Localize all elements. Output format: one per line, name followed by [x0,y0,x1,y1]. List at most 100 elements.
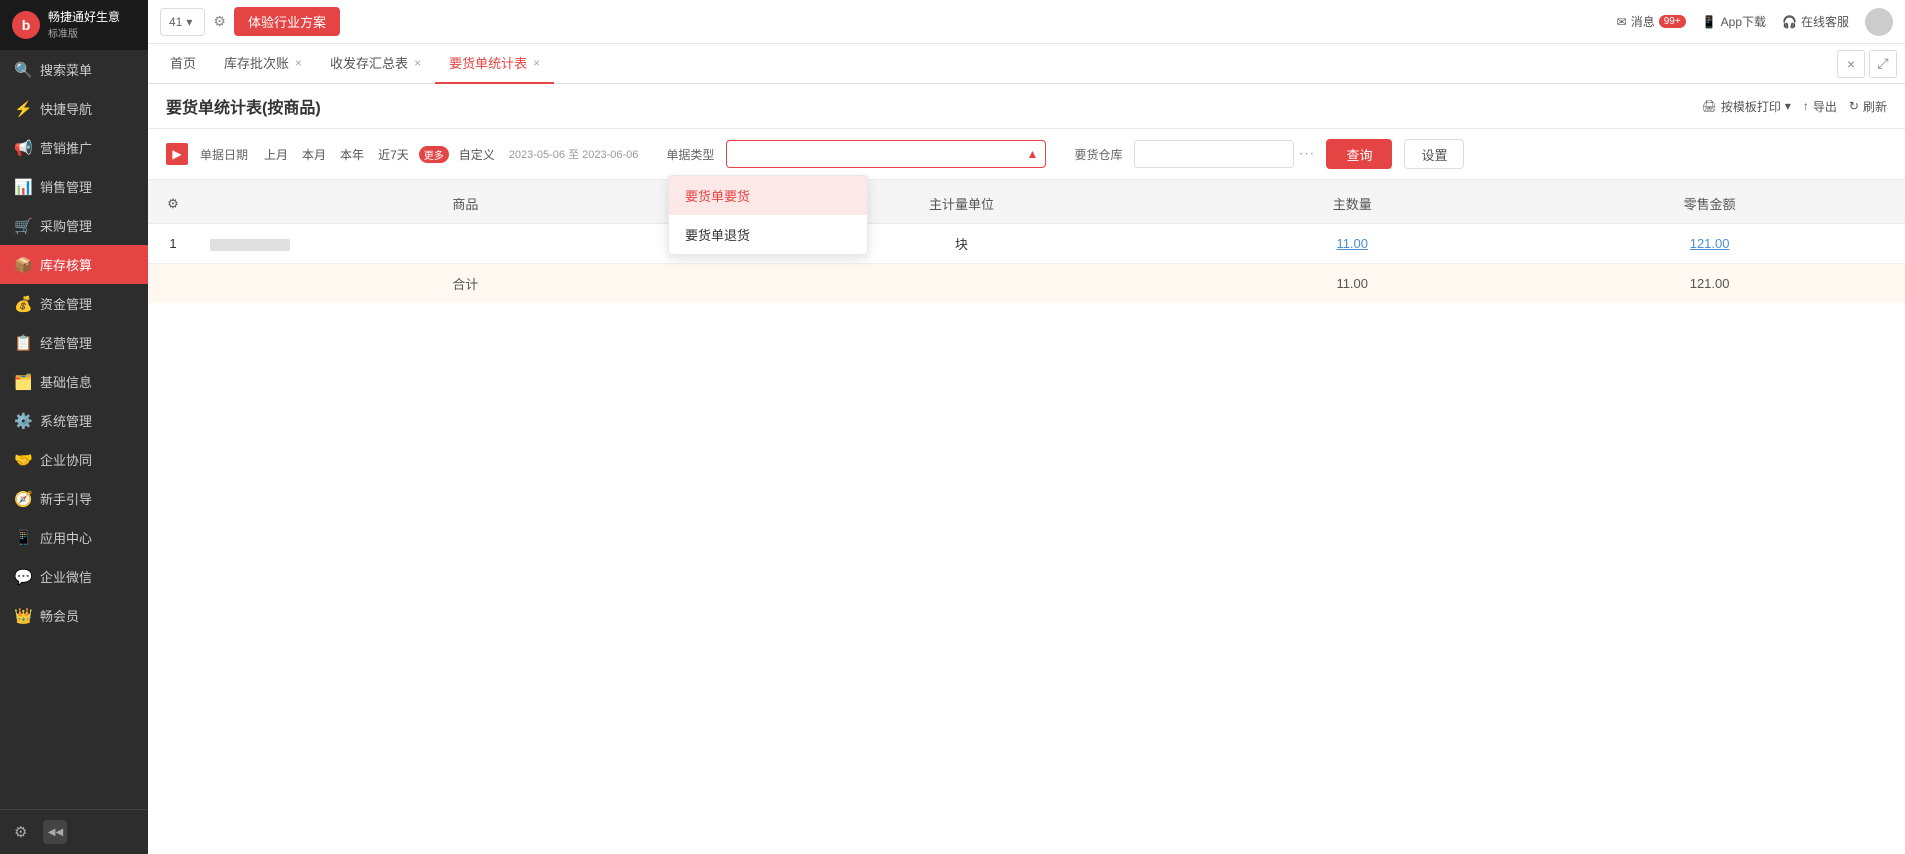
tab-inventory-batch[interactable]: 库存批次账 × [210,44,316,84]
print-btn[interactable]: 🖨 按模板打印 ▾ [1702,98,1791,115]
sidebar-item-app-center[interactable]: 📱 应用中心 [0,518,148,557]
tab-receivable-summary[interactable]: 收发存汇总表 × [316,44,435,84]
filter-settings-button[interactable]: 设置 [1404,139,1464,169]
sidebar-item-label: 新手引导 [40,489,92,508]
table-row: 1 块 11.00 121.00 [148,224,1905,264]
app-logo-icon: b [12,11,40,39]
table-footer-row: 合计 11.00 121.00 [148,264,1905,304]
print-icon: 🖨 [1702,99,1717,113]
more-date-badge[interactable]: 更多 [419,146,449,163]
query-button[interactable]: 查询 [1326,139,1392,169]
date-shortcuts: 上月 本月 本年 近7天 更多 自定义 2023-05-06 至 2023-06… [260,144,638,165]
tab-request-summary-close[interactable]: × [533,56,540,70]
this-month-btn[interactable]: 本月 [298,144,330,165]
online-service-btn[interactable]: 🎧 在线客服 [1782,13,1849,30]
page-title: 要货单统计表(按商品) [166,94,321,118]
sidebar: b 畅捷通好生意 标准版 🔍 搜索菜单 ⚡ 快捷导航 📢 营销推广 📊 销售管理… [0,0,148,854]
sidebar-item-basics[interactable]: 🗂️ 基础信息 [0,362,148,401]
sidebar-item-label: 畅会员 [40,606,79,625]
member-icon: 👑 [14,607,32,625]
topbar-right: ✉ 消息 99+ 📱 App下载 🎧 在线客服 [1617,8,1893,36]
sidebar-item-member[interactable]: 👑 畅会员 [0,596,148,635]
sidebar-item-wechat[interactable]: 💬 企业微信 [0,557,148,596]
sidebar-item-sales[interactable]: 📊 销售管理 [0,167,148,206]
footer-amount: 121.00 [1514,264,1905,304]
sidebar-item-quick-nav[interactable]: ⚡ 快捷导航 [0,89,148,128]
tab-home-label: 首页 [170,53,196,72]
app-download-btn[interactable]: 📱 App下载 [1702,13,1766,30]
quantity-link[interactable]: 11.00 [1336,236,1368,251]
type-dropdown-menu: 要货单要货 要货单退货 [668,175,868,255]
close-tab-btn[interactable]: × [1837,50,1865,78]
sidebar-item-cooperation[interactable]: 🤝 企业协同 [0,440,148,479]
refresh-btn[interactable]: ↻ 刷新 [1849,98,1887,115]
refresh-label: 刷新 [1863,98,1887,115]
topbar-gear-icon[interactable]: ⚙ [213,13,226,30]
store-dropdown[interactable]: 41 ▾ [160,8,205,36]
row-amount: 121.00 [1514,224,1905,264]
refresh-icon: ↻ [1849,99,1859,113]
export-icon: ↑ [1803,99,1809,113]
sidebar-item-system[interactable]: ⚙️ 系统管理 [0,401,148,440]
dropdown-option-return-goods[interactable]: 要货单退货 [669,215,867,254]
sidebar-item-label: 采购管理 [40,216,92,235]
export-label: 导出 [1813,98,1837,115]
last-month-btn[interactable]: 上月 [260,144,292,165]
gear-icon[interactable]: ⚙ [167,196,179,211]
sidebar-item-label: 基础信息 [40,372,92,391]
app-center-icon: 📱 [14,529,32,547]
sidebar-item-label: 销售管理 [40,177,92,196]
sidebar-item-purchase[interactable]: 🛒 采购管理 [0,206,148,245]
custom-date-btn[interactable]: 自定义 [455,144,499,165]
export-btn[interactable]: ↑ 导出 [1803,98,1837,115]
col-gear: ⚙ [148,184,198,224]
messages-btn[interactable]: ✉ 消息 99+ [1617,13,1686,30]
footer-label: 合计 [198,264,733,304]
topbar: 41 ▾ ⚙ 体验行业方案 ✉ 消息 99+ 📱 App下载 🎧 在线客服 [148,0,1905,44]
sidebar-nav: 🔍 搜索菜单 ⚡ 快捷导航 📢 营销推广 📊 销售管理 🛒 采购管理 📦 库存核… [0,50,148,809]
col-quantity: 主数量 [1190,184,1514,224]
type-select-arrow[interactable]: ▲ [1027,147,1039,161]
tab-receivable-summary-close[interactable]: × [414,56,421,70]
trial-button[interactable]: 体验行业方案 [234,7,340,36]
sidebar-collapse-btn[interactable]: ◀◀ [43,820,67,844]
dropdown-option-label: 要货单退货 [685,228,750,243]
sidebar-logo: b 畅捷通好生意 标准版 [0,0,148,50]
this-year-btn[interactable]: 本年 [336,144,368,165]
phone-icon: 📱 [1702,15,1717,29]
sidebar-item-finance[interactable]: 💰 资金管理 [0,284,148,323]
data-table-wrap: ⚙ 商品 主计量单位 主数量 零售金额 [148,184,1905,854]
dropdown-option-request-goods[interactable]: 要货单要货 [669,176,867,215]
tabs-right-controls: × ⤢ [1837,50,1897,78]
settings-icon[interactable]: ⚙ [14,823,27,841]
warehouse-filter-input[interactable] [1134,140,1294,168]
tab-request-summary[interactable]: 要货单统计表 × [435,44,554,84]
sidebar-item-label: 经营管理 [40,333,92,352]
sidebar-item-inventory[interactable]: 📦 库存核算 [0,245,148,284]
filter-row: ▶ 单据日期 上月 本月 本年 近7天 更多 自定义 2023-05-06 至 … [166,139,1887,169]
topbar-left: 41 ▾ ⚙ 体验行业方案 [160,7,1617,36]
guide-icon: 🧭 [14,490,32,508]
col-amount-label: 零售金额 [1684,197,1736,212]
inventory-icon: 📦 [14,256,32,274]
last-7days-btn[interactable]: 近7天 [374,144,413,165]
filter-expand-btn[interactable]: ▶ [166,143,188,165]
sidebar-item-search[interactable]: 🔍 搜索菜单 [0,50,148,89]
col-product-label: 商品 [452,197,478,212]
store-value: 41 [169,15,182,29]
tab-inventory-batch-close[interactable]: × [295,56,302,70]
sales-icon: 📊 [14,178,32,196]
operations-icon: 📋 [14,334,32,352]
amount-link[interactable]: 121.00 [1690,236,1730,251]
sidebar-item-operations[interactable]: 📋 经营管理 [0,323,148,362]
type-select-input[interactable] [726,140,1046,168]
marketing-icon: 📢 [14,139,32,157]
user-avatar[interactable] [1865,8,1893,36]
tabs-bar: 首页 库存批次账 × 收发存汇总表 × 要货单统计表 × × ⤢ [148,44,1905,84]
sidebar-item-guide[interactable]: 🧭 新手引导 [0,479,148,518]
expand-tab-btn[interactable]: ⤢ [1869,50,1897,78]
warehouse-more-btn[interactable]: ··· [1298,145,1314,163]
sidebar-item-marketing[interactable]: 📢 营销推广 [0,128,148,167]
sidebar-item-label: 应用中心 [40,528,92,547]
tab-home[interactable]: 首页 [156,44,210,84]
